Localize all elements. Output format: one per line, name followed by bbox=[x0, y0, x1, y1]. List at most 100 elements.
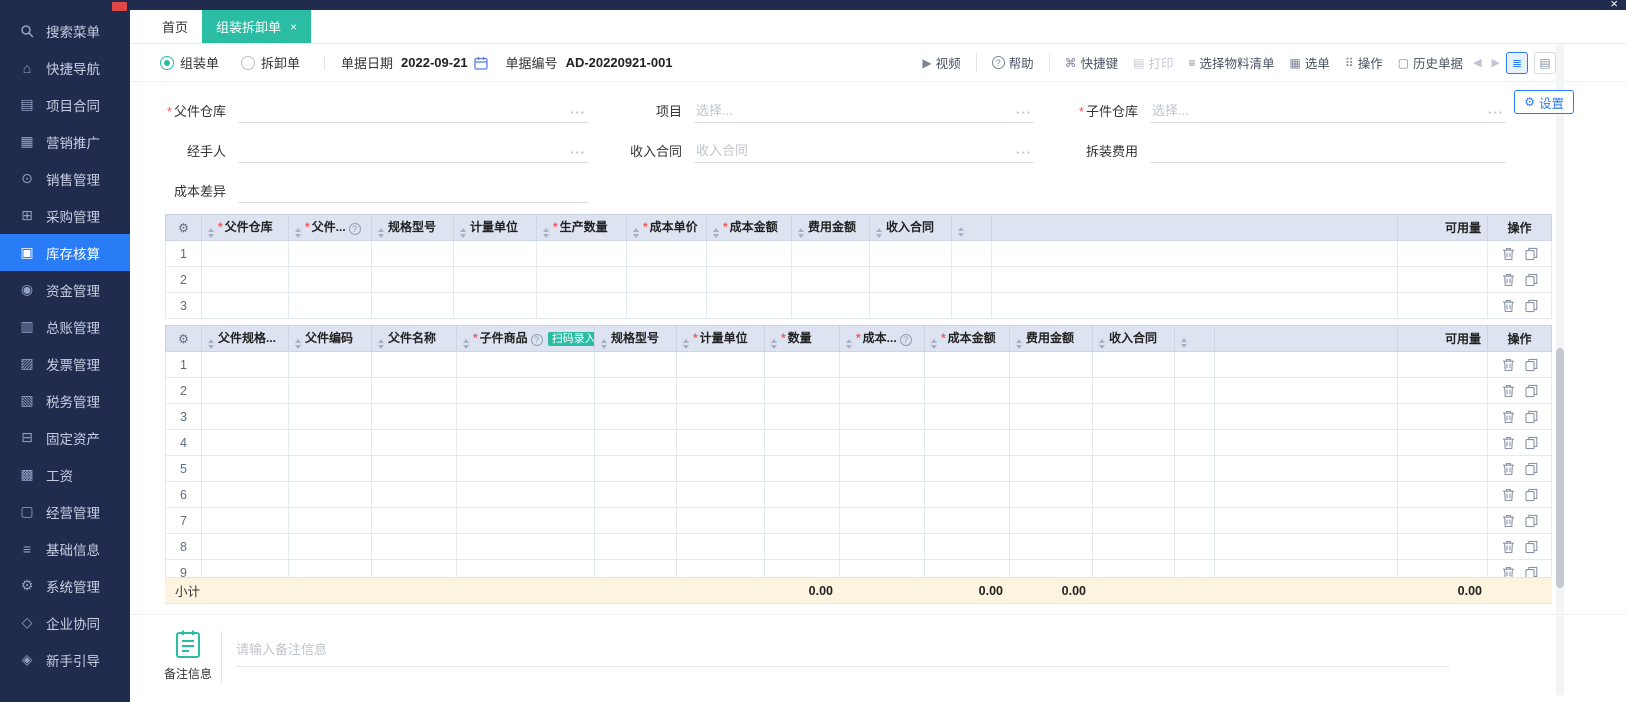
sort-icon[interactable] bbox=[460, 227, 466, 238]
table-cell[interactable] bbox=[764, 377, 840, 404]
table-cell[interactable] bbox=[1214, 351, 1398, 378]
table-cell[interactable] bbox=[764, 481, 840, 508]
sort-icon[interactable] bbox=[295, 338, 301, 349]
sidebar-item-quick-nav[interactable]: ⌂ 快捷导航 bbox=[0, 49, 130, 86]
table-cell[interactable] bbox=[706, 292, 792, 319]
table-cell[interactable] bbox=[288, 481, 372, 508]
sidebar-item-general-ledger[interactable]: ▥ 总账管理 bbox=[0, 308, 130, 345]
column-settings-gear-icon[interactable]: ⚙ bbox=[178, 221, 189, 235]
col-parent-spec[interactable]: 父件规格... bbox=[201, 325, 289, 352]
table-cell[interactable] bbox=[1174, 507, 1215, 534]
table-cell[interactable] bbox=[1009, 429, 1093, 456]
table-cell[interactable] bbox=[869, 240, 952, 267]
table-cell[interactable] bbox=[676, 377, 765, 404]
table-cell[interactable] bbox=[1214, 507, 1398, 534]
copy-row-icon[interactable] bbox=[1524, 514, 1538, 528]
table-cell[interactable] bbox=[626, 240, 707, 267]
table-cell[interactable] bbox=[1397, 429, 1488, 456]
table-cell[interactable] bbox=[371, 266, 454, 293]
table-cell[interactable] bbox=[371, 455, 457, 482]
table-cell[interactable] bbox=[839, 559, 925, 577]
table-cell[interactable] bbox=[676, 533, 765, 560]
table-cell[interactable] bbox=[991, 240, 1398, 267]
table-cell[interactable] bbox=[839, 455, 925, 482]
sort-icon[interactable] bbox=[931, 338, 937, 349]
table-cell[interactable] bbox=[839, 377, 925, 404]
settings-button[interactable]: ⚙ 设置 bbox=[1514, 90, 1574, 114]
table-cell[interactable] bbox=[371, 351, 457, 378]
col-income-contract[interactable]: 收入合同 bbox=[869, 214, 952, 241]
sort-icon[interactable] bbox=[1181, 337, 1187, 348]
col-cost-unit-price[interactable]: * 成本单价 bbox=[626, 214, 707, 241]
copy-row-icon[interactable] bbox=[1524, 488, 1538, 502]
tab-assembly-disassembly-order[interactable]: 组装拆卸单 × bbox=[202, 10, 312, 43]
sort-icon[interactable] bbox=[876, 227, 882, 238]
sidebar-item-enterprise-collab[interactable]: ◇ 企业协同 bbox=[0, 604, 130, 641]
table-cell[interactable] bbox=[676, 481, 765, 508]
table-cell[interactable] bbox=[1397, 481, 1488, 508]
table-cell[interactable] bbox=[536, 266, 627, 293]
table-cell[interactable] bbox=[1009, 481, 1093, 508]
sort-icon[interactable] bbox=[378, 227, 384, 238]
col-available-qty[interactable]: 可用量 bbox=[1397, 325, 1488, 352]
table-cell[interactable] bbox=[706, 266, 792, 293]
table-cell[interactable] bbox=[1397, 266, 1488, 293]
table-cell[interactable] bbox=[676, 455, 765, 482]
table-cell[interactable] bbox=[1092, 351, 1175, 378]
table-cell[interactable] bbox=[1174, 403, 1215, 430]
col-fee-amount[interactable]: 费用金额 bbox=[1009, 325, 1093, 352]
table-cell[interactable] bbox=[869, 292, 952, 319]
col-settings[interactable]: ⚙ bbox=[165, 214, 202, 241]
table-cell[interactable] bbox=[456, 559, 595, 577]
table-cell[interactable] bbox=[764, 533, 840, 560]
sidebar-item-fixed-assets[interactable]: ⊟ 固定资产 bbox=[0, 419, 130, 456]
table-cell[interactable] bbox=[1397, 533, 1488, 560]
col-available-qty[interactable]: 可用量 bbox=[1397, 214, 1488, 241]
help-icon[interactable]: ? bbox=[348, 222, 361, 235]
table-cell[interactable] bbox=[924, 351, 1010, 378]
table-cell[interactable] bbox=[594, 455, 677, 482]
table-cell[interactable] bbox=[288, 455, 372, 482]
copy-row-icon[interactable] bbox=[1524, 566, 1538, 577]
select-order-button[interactable]: ▦ 选单 bbox=[1290, 53, 1330, 72]
table-cell[interactable] bbox=[764, 507, 840, 534]
table-cell[interactable] bbox=[201, 351, 289, 378]
sidebar-item-payroll[interactable]: ▩ 工资 bbox=[0, 456, 130, 493]
table-cell[interactable] bbox=[924, 429, 1010, 456]
sidebar-item-funds-mgmt[interactable]: ◉ 资金管理 bbox=[0, 271, 130, 308]
table-cell[interactable] bbox=[764, 559, 840, 577]
copy-row-icon[interactable] bbox=[1524, 273, 1538, 287]
table-cell[interactable] bbox=[456, 507, 595, 534]
table-cell[interactable] bbox=[201, 481, 289, 508]
window-close-icon[interactable]: × bbox=[1610, 0, 1618, 11]
col-settings[interactable]: ⚙ bbox=[165, 325, 202, 352]
ellipsis-picker-icon[interactable]: ··· bbox=[1016, 105, 1032, 120]
table-cell[interactable] bbox=[1214, 403, 1398, 430]
disassembly-fee-input[interactable] bbox=[1150, 137, 1506, 163]
table-cell[interactable] bbox=[288, 507, 372, 534]
table-cell[interactable] bbox=[764, 351, 840, 378]
table-cell[interactable] bbox=[1174, 429, 1215, 456]
prev-page-icon[interactable]: ◀ bbox=[1473, 56, 1481, 69]
table-cell[interactable] bbox=[201, 559, 289, 577]
table-cell[interactable] bbox=[924, 455, 1010, 482]
table-cell[interactable] bbox=[839, 507, 925, 534]
table-cell[interactable] bbox=[1092, 429, 1175, 456]
col-spec-model[interactable]: 规格型号 bbox=[371, 214, 454, 241]
table-cell[interactable] bbox=[1092, 507, 1175, 534]
parent-warehouse-input[interactable]: ··· bbox=[238, 97, 588, 123]
help-icon[interactable]: ? bbox=[530, 333, 543, 346]
table-cell[interactable] bbox=[1009, 533, 1093, 560]
table-cell[interactable] bbox=[536, 240, 627, 267]
delete-row-icon[interactable] bbox=[1502, 247, 1515, 261]
ellipsis-picker-icon[interactable]: ··· bbox=[570, 105, 586, 120]
tab-close-icon[interactable]: × bbox=[290, 20, 297, 34]
table-cell[interactable] bbox=[706, 240, 792, 267]
copy-row-icon[interactable] bbox=[1524, 247, 1538, 261]
history-orders-button[interactable]: ▢ 历史单据 bbox=[1398, 53, 1463, 72]
sidebar-item-search-menu[interactable]: 搜索菜单 bbox=[0, 12, 130, 49]
delete-row-icon[interactable] bbox=[1502, 566, 1515, 577]
table-cell[interactable] bbox=[676, 429, 765, 456]
table-cell[interactable] bbox=[839, 429, 925, 456]
sort-icon[interactable] bbox=[463, 338, 469, 349]
